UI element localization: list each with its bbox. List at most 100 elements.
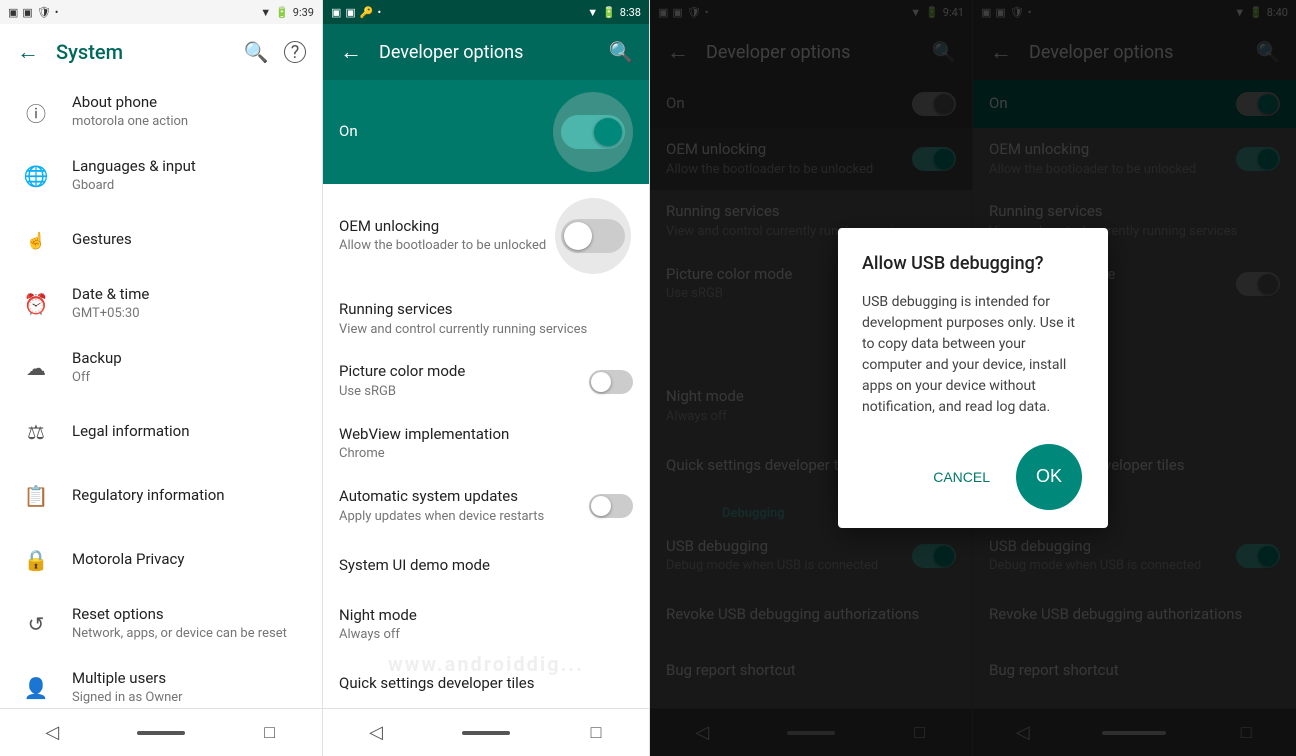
webview-text: WebView implementation Chrome	[339, 425, 633, 463]
ui-demo-text: System UI demo mode	[339, 556, 633, 576]
webview-subtitle: Chrome	[339, 446, 633, 463]
status-icons-left: ▣ ▣ 🛡 •	[8, 6, 59, 19]
help-button[interactable]: ?	[284, 41, 306, 63]
picture-toggle[interactable]	[589, 370, 633, 394]
home-nav-middle[interactable]	[462, 731, 510, 735]
oem-text: OEM unlocking Allow the bootloader to be…	[339, 217, 553, 255]
backup-icon: ☁	[16, 348, 56, 388]
search-button-dev[interactable]: 🔍	[609, 40, 633, 64]
users-text: Multiple users Signed in as Owner	[72, 669, 306, 707]
privacy-title: Motorola Privacy	[72, 550, 306, 570]
panel-right-group: ▣ ▣ 🛡 • ▼ 🔋 9:41 ← Developer options 🔍 O…	[650, 0, 1296, 756]
backup-text: Backup Off	[72, 349, 306, 387]
auto-update-item[interactable]: Automatic system updates Apply updates w…	[323, 475, 649, 537]
regulatory-text: Regulatory information	[72, 486, 306, 506]
panel-system-settings: ▣ ▣ 🛡 • ▼ 🔋 9:39 ← System 🔍 ? ⓘ About ph…	[0, 0, 323, 756]
settings-item-privacy[interactable]: 🔒 Motorola Privacy	[0, 528, 322, 592]
status-bar-left: ▣ ▣ 🛡 • ▼ 🔋 9:39	[0, 0, 322, 24]
battery-icon-m: 🔋	[602, 6, 616, 19]
settings-item-datetime[interactable]: ⏰ Date & time GMT+05:30	[0, 272, 322, 336]
backup-subtitle: Off	[72, 370, 306, 387]
settings-item-legal[interactable]: ⚖ Legal information	[0, 400, 322, 464]
datetime-subtitle: GMT+05:30	[72, 306, 306, 323]
info-icon: ⓘ	[16, 92, 56, 132]
notif-icon-m2: ▣	[345, 6, 355, 19]
usb-dialog: Allow USB debugging? USB debugging is in…	[973, 228, 1108, 527]
regulatory-title: Regulatory information	[72, 486, 306, 506]
search-button-left[interactable]: 🔍	[244, 40, 268, 64]
shield-icon-m: 🔑	[360, 6, 374, 19]
oem-unlock-item[interactable]: OEM unlocking Allow the bootloader to be…	[323, 184, 649, 288]
recent-nav-middle[interactable]: □	[576, 713, 616, 753]
users-subtitle: Signed in as Owner	[72, 690, 306, 707]
auto-update-text: Automatic system updates Apply updates w…	[339, 487, 589, 525]
panel-developer-usb: ▣ ▣ 🛡 • ▼ 🔋 8:40 ← Developer options 🔍 O…	[973, 0, 1296, 756]
usb-cancel-button[interactable]: Cancel	[973, 461, 1006, 493]
auto-update-subtitle: Apply updates when device restarts	[339, 509, 589, 526]
settings-item-gestures[interactable]: ☝ Gestures	[0, 208, 322, 272]
reset-title: Reset options	[72, 605, 306, 625]
usb-dialog-overlay: Allow USB debugging? USB debugging is in…	[973, 0, 1296, 756]
oem-subtitle: Allow the bootloader to be unlocked	[339, 238, 553, 255]
settings-item-about[interactable]: ⓘ About phone motorola one action	[0, 80, 322, 144]
wifi-icon-m: ▼	[587, 6, 598, 19]
oem-toggle[interactable]	[561, 219, 625, 253]
settings-item-language[interactable]: 🌐 Languages & input Gboard	[0, 144, 322, 208]
bottom-nav-left: ◁ □	[0, 708, 322, 756]
shield-icon: 🛡	[37, 6, 51, 19]
webview-title: WebView implementation	[339, 425, 633, 445]
on-toggle-item[interactable]: On	[323, 80, 649, 184]
toggle-on-highlight	[553, 92, 633, 172]
datetime-text: Date & time GMT+05:30	[72, 285, 306, 323]
notif-icon-m1: ▣	[331, 6, 341, 19]
language-title: Languages & input	[72, 157, 306, 177]
developer-settings-list: OEM unlocking Allow the bootloader to be…	[323, 184, 649, 708]
language-subtitle: Gboard	[72, 178, 306, 195]
about-text: About phone motorola one action	[72, 93, 306, 131]
picture-color-item[interactable]: Picture color mode Use sRGB	[323, 350, 649, 412]
users-title: Multiple users	[72, 669, 306, 689]
status-icons-middle: ▣ ▣ 🔑 •	[331, 6, 381, 19]
picture-title: Picture color mode	[339, 362, 589, 382]
status-bar-middle: ▣ ▣ 🔑 • ▼ 🔋 8:38	[323, 0, 649, 24]
quick-settings-item[interactable]: Quick settings developer tiles	[323, 656, 649, 708]
picture-text: Picture color mode Use sRGB	[339, 362, 589, 400]
notification-icon2: ▣	[22, 6, 32, 19]
webview-item[interactable]: WebView implementation Chrome	[323, 413, 649, 475]
back-button-dev[interactable]: ←	[339, 40, 363, 64]
picture-subtitle: Use sRGB	[339, 384, 589, 401]
night-mode-item[interactable]: Night mode Always off	[323, 594, 649, 656]
back-button[interactable]: ←	[16, 40, 40, 64]
home-nav-indicator[interactable]	[137, 731, 185, 735]
settings-item-backup[interactable]: ☁ Backup Off	[0, 336, 322, 400]
wifi-icon: ▼	[260, 6, 271, 19]
master-toggle[interactable]	[561, 115, 625, 149]
night-mode-subtitle: Always off	[339, 627, 633, 644]
dot-icon: •	[55, 6, 59, 19]
running-services-item[interactable]: Running services View and control curren…	[323, 288, 649, 350]
oem-title: OEM unlocking	[339, 217, 553, 237]
reset-icon: ↺	[16, 604, 56, 644]
back-nav-middle[interactable]: ◁	[356, 713, 396, 753]
gestures-text: Gestures	[72, 230, 306, 250]
auto-update-toggle[interactable]	[589, 494, 633, 518]
about-title: About phone	[72, 93, 306, 113]
ui-demo-item[interactable]: System UI demo mode	[323, 538, 649, 594]
gestures-icon: ☝	[16, 220, 56, 260]
regulatory-icon: 📋	[16, 476, 56, 516]
settings-item-reset[interactable]: ↺ Reset options Network, apps, or device…	[0, 592, 322, 656]
time-left: 9:39	[293, 6, 314, 19]
back-nav-btn[interactable]: ◁	[32, 713, 72, 753]
toolbar-system: ← System 🔍 ?	[0, 24, 322, 80]
settings-item-regulatory[interactable]: 📋 Regulatory information	[0, 464, 322, 528]
settings-item-users[interactable]: 👤 Multiple users Signed in as Owner	[0, 656, 322, 708]
notification-icon: ▣	[8, 6, 18, 19]
night-mode-title: Night mode	[339, 606, 633, 626]
usb-ok-button[interactable]: OK	[1036, 466, 1062, 487]
privacy-icon: 🔒	[16, 540, 56, 580]
status-time-middle: ▼ 🔋 8:38	[587, 6, 641, 19]
recent-nav-btn[interactable]: □	[250, 713, 290, 753]
legal-icon: ⚖	[16, 412, 56, 452]
ui-demo-title: System UI demo mode	[339, 556, 633, 576]
battery-icon: 🔋	[275, 6, 289, 19]
